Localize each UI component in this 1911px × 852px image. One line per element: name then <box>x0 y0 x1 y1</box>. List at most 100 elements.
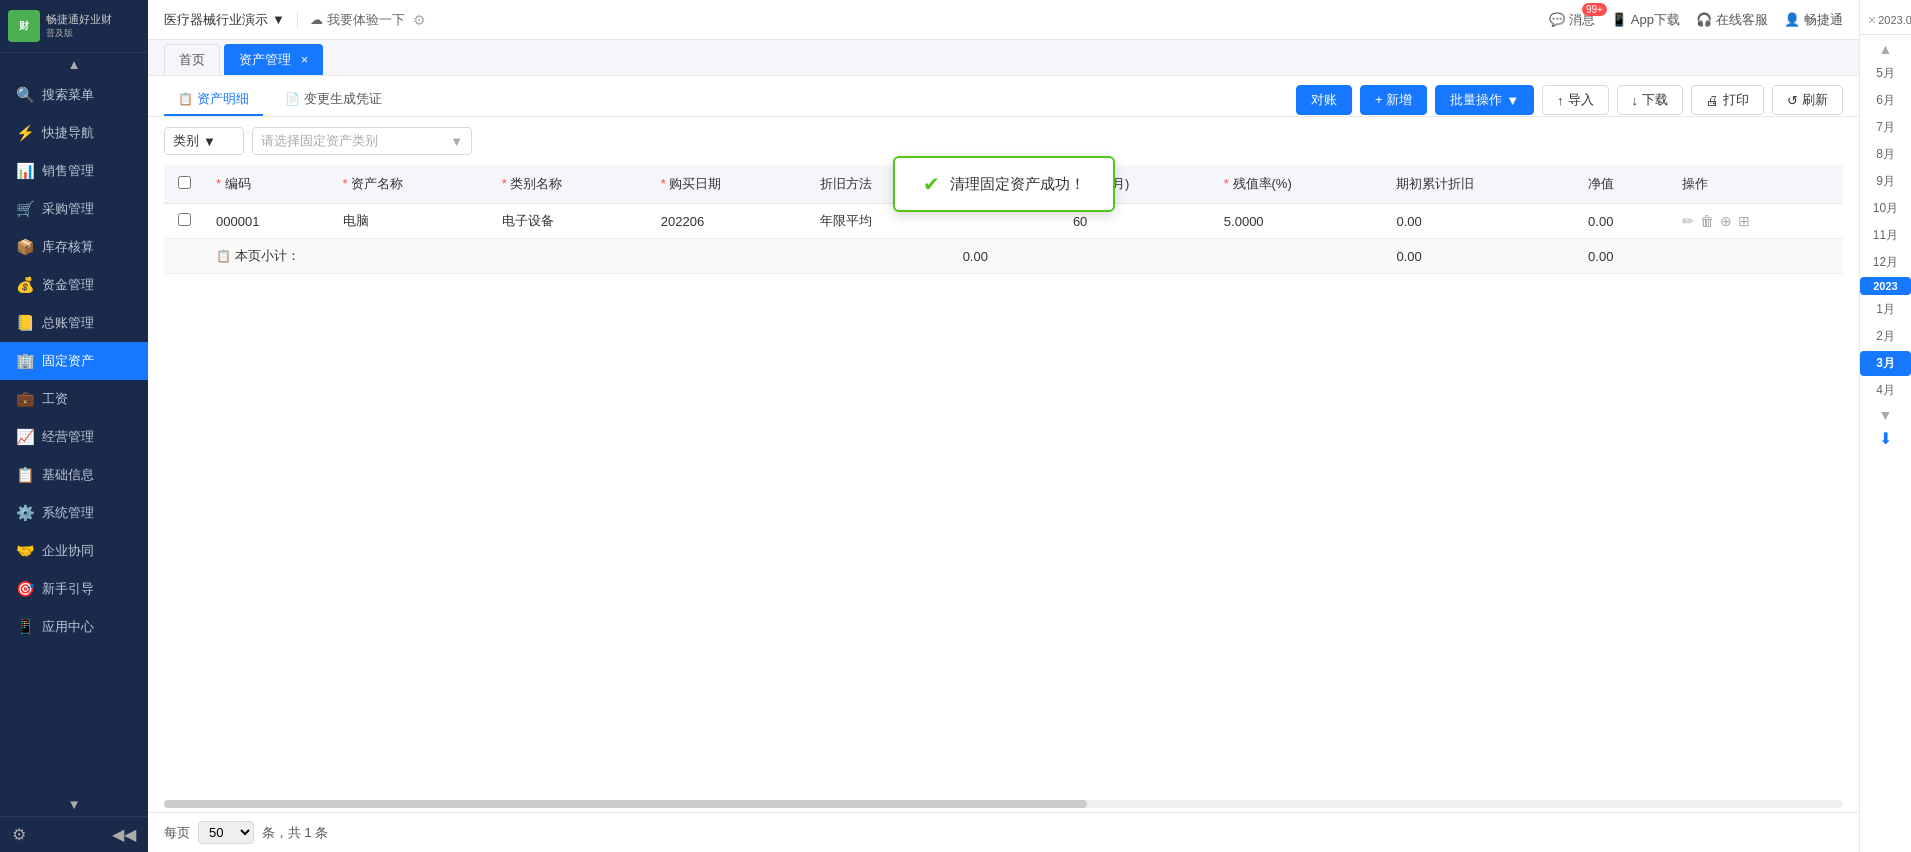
scrollbar-thumb[interactable] <box>164 800 1087 808</box>
year-2023[interactable]: 2023 <box>1860 277 1911 295</box>
sidebar-item-operations[interactable]: 📈 经营管理 <box>0 418 148 456</box>
month-10[interactable]: 10月 <box>1860 196 1911 221</box>
month-2023-2[interactable]: 2月 <box>1860 324 1911 349</box>
action-icons: ✏ 🗑 ⊕ ⊞ <box>1682 213 1831 229</box>
table-container: * 编码 * 资产名称 * 类别名称 * 购买日期 折旧方法 * 原值 * 期限… <box>148 165 1859 800</box>
panel-down-button[interactable]: ▼ <box>1877 405 1895 425</box>
sidebar-item-label: 系统管理 <box>42 504 94 522</box>
month-2023-1[interactable]: 1月 <box>1860 297 1911 322</box>
funds-icon: 💰 <box>16 276 34 294</box>
download-button[interactable]: ↓ 下载 <box>1617 85 1684 115</box>
delete-icon[interactable]: 🗑 <box>1700 213 1714 229</box>
select-all-cell[interactable] <box>164 165 204 204</box>
sidebar-item-funds[interactable]: 💰 资金管理 <box>0 266 148 304</box>
sidebar-item-purchase[interactable]: 🛒 采购管理 <box>0 190 148 228</box>
messages-button[interactable]: 💬 消息 99+ <box>1549 11 1595 29</box>
new-button[interactable]: + 新增 <box>1360 85 1427 115</box>
refresh-button[interactable]: ↺ 刷新 <box>1772 85 1843 115</box>
category-value-filter[interactable]: 请选择固定资产类别 ▼ <box>252 127 472 155</box>
row-name: 电脑 <box>331 204 490 239</box>
sidebar-item-base-info[interactable]: 📋 基础信息 <box>0 456 148 494</box>
message-icon: 💬 <box>1549 12 1565 27</box>
tab-home[interactable]: 首页 <box>164 44 220 75</box>
month-7[interactable]: 7月 <box>1860 115 1911 140</box>
sidebar-item-fixed-assets[interactable]: 🏢 固定资产 <box>0 342 148 380</box>
month-5[interactable]: 5月 <box>1860 61 1911 86</box>
per-page-label: 每页 <box>164 824 190 842</box>
col-purchase-date: * 购买日期 <box>649 165 808 204</box>
sidebar-item-ledger[interactable]: 📒 总账管理 <box>0 304 148 342</box>
import-button[interactable]: ↑ 导入 <box>1542 85 1609 115</box>
month-12[interactable]: 12月 <box>1860 250 1911 275</box>
sidebar-logo: 财 畅捷通好业财 普及版 <box>0 0 148 53</box>
content-area: 📋 资产明细 📄 变更生成凭证 对账 + 新增 批量操作 ▼ <box>148 76 1859 852</box>
sidebar-item-label: 企业协同 <box>42 542 94 560</box>
row-actions: ✏ 🗑 ⊕ ⊞ <box>1670 204 1843 239</box>
guide-icon: 🎯 <box>16 580 34 598</box>
payroll-icon: 💼 <box>16 390 34 408</box>
subtotal-period <box>1061 239 1212 274</box>
per-page-select[interactable]: 50 100 <box>198 821 254 844</box>
horizontal-scrollbar[interactable] <box>164 800 1843 808</box>
topbar-left: 医疗器械行业演示 ▼ ☁ 我要体验一下 ⚙ <box>164 11 426 29</box>
tab-home-label: 首页 <box>179 52 205 67</box>
experience-button[interactable]: ☁ 我要体验一下 <box>310 11 405 29</box>
right-panel: × 2023.03 ⤢ ▲ 5月 6月 7月 8月 9月 10月 11月 12月… <box>1859 0 1911 852</box>
user-avatar-button[interactable]: 👤 畅捷通 <box>1784 11 1843 29</box>
online-service-button[interactable]: 🎧 在线客服 <box>1696 11 1768 29</box>
online-service-label: 在线客服 <box>1716 11 1768 29</box>
sidebar-item-inventory[interactable]: 📦 库存核算 <box>0 228 148 266</box>
row-purchase-date: 202206 <box>649 204 808 239</box>
purchase-icon: 🛒 <box>16 200 34 218</box>
month-6[interactable]: 6月 <box>1860 88 1911 113</box>
sidebar-bottom: ⚙ ◀◀ <box>0 816 148 852</box>
tab-asset-management[interactable]: 资产管理 × <box>224 44 323 75</box>
filter-placeholder: 请选择固定资产类别 <box>261 132 378 150</box>
subtotal-label: 📋 本页小计： <box>204 239 808 274</box>
topbar-right: 💬 消息 99+ 📱 App下载 🎧 在线客服 👤 畅捷通 <box>1549 11 1843 29</box>
sidebar-item-label: 搜索菜单 <box>42 86 94 104</box>
sidebar-item-enterprise[interactable]: 🤝 企业协同 <box>0 532 148 570</box>
col-residual-rate: * 残值率(%) <box>1212 165 1385 204</box>
row-checkbox[interactable] <box>178 213 191 226</box>
month-2023-3[interactable]: 3月 <box>1860 351 1911 376</box>
panel-up-button[interactable]: ▲ <box>1877 39 1895 59</box>
select-all-checkbox[interactable] <box>178 176 191 189</box>
settings-button[interactable]: ⚙ <box>12 825 26 844</box>
sidebar-item-sales[interactable]: 📊 销售管理 <box>0 152 148 190</box>
print-button[interactable]: 🖨 打印 <box>1691 85 1764 115</box>
company-selector[interactable]: 医疗器械行业演示 ▼ <box>164 11 285 29</box>
sidebar-item-app-center[interactable]: 📱 应用中心 <box>0 608 148 646</box>
filter-left: 类别 ▼ 请选择固定资产类别 ▼ <box>164 127 472 155</box>
toast-message: 清理固定资产成功！ <box>950 175 1085 194</box>
copy-icon[interactable]: ⊕ <box>1720 213 1732 229</box>
sidebar-item-label: 应用中心 <box>42 618 94 636</box>
subtotal-row: 📋 本页小计： 0.00 0.00 0.00 <box>164 239 1843 274</box>
sub-tab-voucher[interactable]: 📄 变更生成凭证 <box>271 84 396 116</box>
batch-button[interactable]: 批量操作 ▼ <box>1435 85 1534 115</box>
sidebar-item-search[interactable]: 🔍 搜索菜单 <box>0 76 148 114</box>
sidebar-scroll-up[interactable]: ▲ <box>0 53 148 76</box>
sidebar-collapse-button[interactable]: ◀◀ <box>112 825 136 844</box>
month-11[interactable]: 11月 <box>1860 223 1911 248</box>
app-download-button[interactable]: 📱 App下载 <box>1611 11 1680 29</box>
logo-icon: 财 <box>8 10 40 42</box>
edit-icon[interactable]: ✏ <box>1682 213 1694 229</box>
panel-close-button[interactable]: × <box>1866 10 1878 30</box>
sidebar-item-payroll[interactable]: 💼 工资 <box>0 380 148 418</box>
month-2023-4[interactable]: 4月 <box>1860 378 1911 403</box>
sidebar-item-system[interactable]: ⚙️ 系统管理 <box>0 494 148 532</box>
sidebar-item-quick-nav[interactable]: ⚡ 快捷导航 <box>0 114 148 152</box>
month-9[interactable]: 9月 <box>1860 169 1911 194</box>
tab-close-icon[interactable]: × <box>301 52 309 67</box>
row-checkbox-cell[interactable] <box>164 204 204 239</box>
filter-value-dropdown-icon: ▼ <box>450 134 463 149</box>
more-icon[interactable]: ⊞ <box>1738 213 1750 229</box>
sub-tab-asset-detail[interactable]: 📋 资产明细 <box>164 84 263 116</box>
sidebar-item-guide[interactable]: 🎯 新手引导 <box>0 570 148 608</box>
sidebar-scroll-down[interactable]: ▼ <box>0 793 148 816</box>
duizhang-button[interactable]: 对账 <box>1296 85 1352 115</box>
settings-topbar-icon[interactable]: ⚙ <box>413 12 426 28</box>
month-8[interactable]: 8月 <box>1860 142 1911 167</box>
category-filter[interactable]: 类别 ▼ <box>164 127 244 155</box>
